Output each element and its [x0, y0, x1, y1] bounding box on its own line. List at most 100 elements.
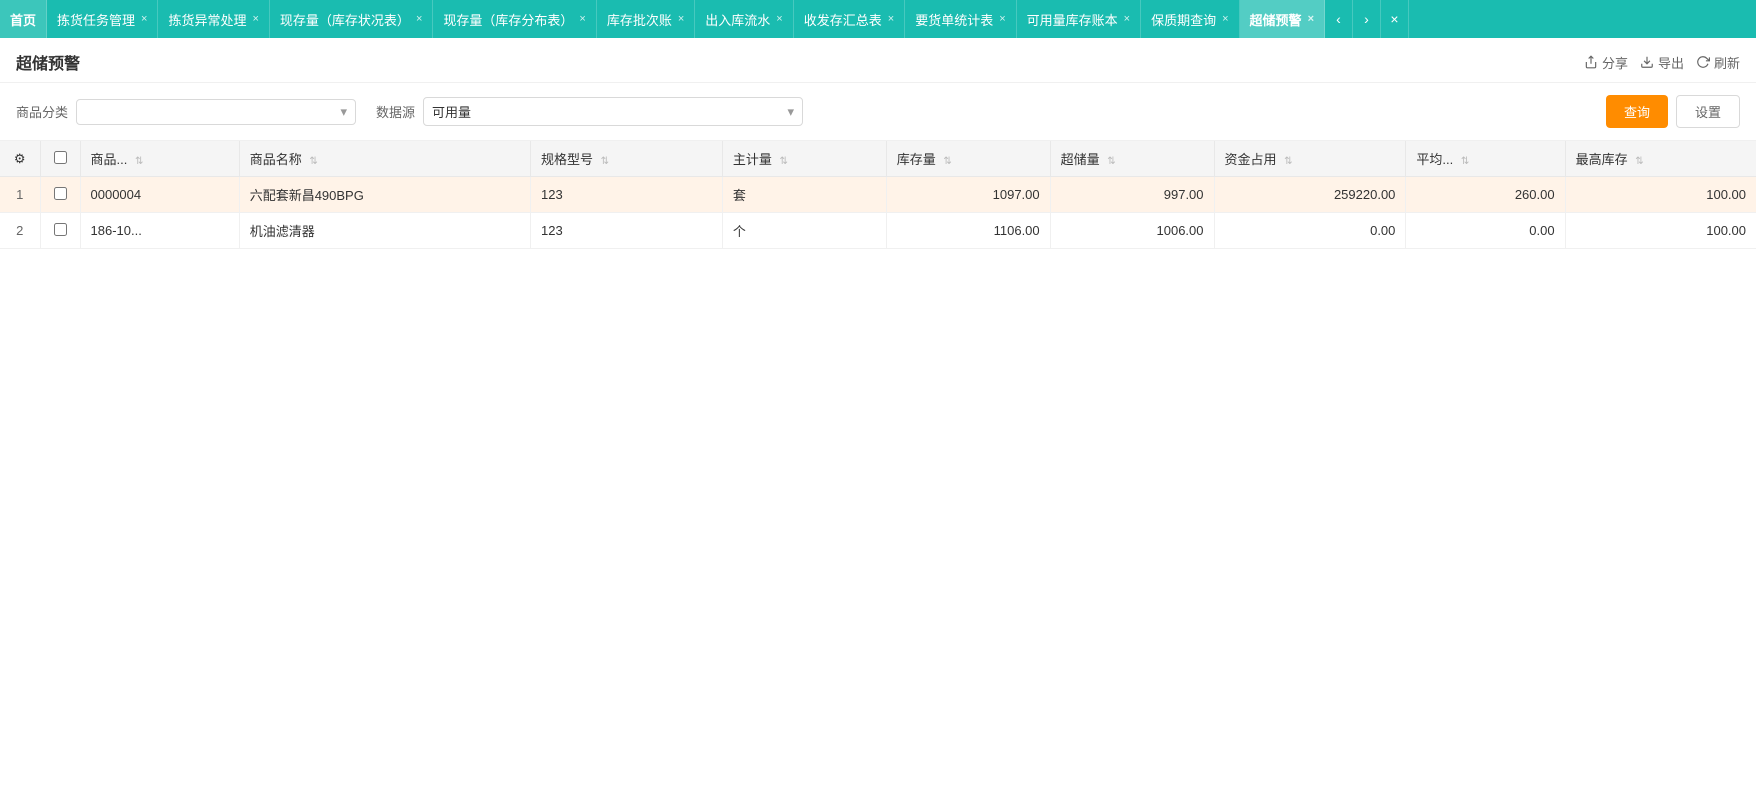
column-spec[interactable]: 规格型号 ⇅ [531, 141, 723, 177]
column-product-name[interactable]: 商品名称 ⇅ [239, 141, 530, 177]
table-row: 2 186-10... 机油滤清器 123 个 1106.00 1006.00 … [0, 213, 1756, 249]
row-checkbox-1[interactable] [54, 223, 67, 236]
nav-tab-availableAccount-close[interactable]: × [1124, 13, 1130, 25]
nav-tab-orderStats[interactable]: 要货单统计表 × [905, 0, 1016, 38]
row-overstock-0: 997.00 [1050, 177, 1214, 213]
export-label: 导出 [1658, 53, 1684, 72]
sort-icon-avg-cost: ⇅ [1461, 156, 1469, 167]
column-avg-cost[interactable]: 平均... ⇅ [1406, 141, 1565, 177]
row-capital-0: 259220.00 [1214, 177, 1406, 213]
row-avg-cost-1: 0.00 [1406, 213, 1565, 249]
nav-tab-inventory2[interactable]: 现存量（库存分布表） × [433, 0, 596, 38]
nav-tab-collectSummary[interactable]: 收发存汇总表 × [794, 0, 905, 38]
chevron-down-icon-2: ▾ [788, 104, 795, 120]
page-title: 超储预警 [16, 50, 80, 74]
nav-next-button[interactable]: › [1353, 0, 1381, 38]
nav-tab-collectSummary-close[interactable]: × [888, 13, 894, 25]
col-product-code-label: 商品... [91, 152, 128, 167]
category-filter: 商品分类 ▾ [16, 99, 356, 125]
sort-icon-max-stock: ⇅ [1635, 156, 1643, 167]
refresh-icon [1696, 55, 1710, 69]
row-spec-0: 123 [531, 177, 723, 213]
row-num-0: 1 [0, 177, 40, 213]
nav-tab-inventory1-label: 现存量（库存状况表） [280, 10, 410, 29]
col-max-stock-label: 最高库存 [1576, 152, 1628, 167]
nav-tab-overstock[interactable]: 超储预警 × [1240, 0, 1325, 38]
row-checkbox-cell-1[interactable] [40, 213, 80, 249]
nav-tab-lhAbnormal[interactable]: 拣货异常处理 × [158, 0, 269, 38]
column-max-stock[interactable]: 最高库存 ⇅ [1565, 141, 1756, 177]
share-button[interactable]: 分享 [1584, 53, 1628, 72]
refresh-label: 刷新 [1714, 53, 1740, 72]
nav-tab-orderStats-close[interactable]: × [999, 13, 1005, 25]
export-button[interactable]: 导出 [1640, 53, 1684, 72]
select-all-checkbox[interactable] [54, 151, 67, 164]
column-product-code[interactable]: 商品... ⇅ [80, 141, 239, 177]
table-header-row: ⚙ 商品... ⇅ 商品名称 ⇅ 规格型号 ⇅ [0, 141, 1756, 177]
datasource-filter: 数据源 可用量 ▾ [376, 97, 803, 126]
nav-tab-lhTask[interactable]: 拣货任务管理 × [47, 0, 158, 38]
category-select[interactable]: ▾ [76, 99, 356, 125]
row-max-stock-0: 100.00 [1565, 177, 1756, 213]
row-product-name-1: 机油滤清器 [239, 213, 530, 249]
column-capital[interactable]: 资金占用 ⇅ [1214, 141, 1406, 177]
column-checkbox[interactable] [40, 141, 80, 177]
nav-tab-home[interactable]: 首页 [0, 0, 47, 38]
nav-tab-inoutFlow[interactable]: 出入库流水 × [695, 0, 793, 38]
nav-tab-inventory1[interactable]: 现存量（库存状况表） × [270, 0, 433, 38]
header-actions: 分享 导出 刷新 [1584, 53, 1740, 72]
nav-tab-availableAccount[interactable]: 可用量库存账本 × [1017, 0, 1141, 38]
column-stock[interactable]: 库存量 ⇅ [886, 141, 1050, 177]
datasource-select[interactable]: 可用量 ▾ [423, 97, 803, 126]
share-icon [1584, 55, 1598, 69]
nav-more-button[interactable]: × [1381, 0, 1409, 38]
nav-tab-lhTask-close[interactable]: × [141, 13, 147, 25]
row-avg-cost-0: 260.00 [1406, 177, 1565, 213]
nav-tab-inventory2-close[interactable]: × [579, 13, 585, 25]
col-overstock-label: 超储量 [1061, 152, 1100, 167]
nav-tab-inventory2-label: 现存量（库存分布表） [443, 10, 573, 29]
row-checkbox-0[interactable] [54, 187, 67, 200]
row-num-1: 2 [0, 213, 40, 249]
sort-icon-stock: ⇅ [943, 156, 951, 167]
nav-tab-inoutFlow-close[interactable]: × [776, 13, 782, 25]
chevron-down-icon: ▾ [340, 104, 347, 120]
col-stock-label: 库存量 [897, 152, 936, 167]
row-stock-0: 1097.00 [886, 177, 1050, 213]
nav-tab-overstock-label: 超储预警 [1250, 10, 1302, 29]
column-unit[interactable]: 主计量 ⇅ [722, 141, 886, 177]
row-unit-1: 个 [722, 213, 886, 249]
row-product-code-1: 186-10... [80, 213, 239, 249]
row-spec-1: 123 [531, 213, 723, 249]
column-settings[interactable]: ⚙ [0, 141, 40, 177]
nav-tab-qualityCheck[interactable]: 保质期查询 × [1141, 0, 1239, 38]
nav-tab-lhAbnormal-label: 拣货异常处理 [168, 10, 246, 29]
nav-tab-collectSummary-label: 收发存汇总表 [804, 10, 882, 29]
settings-icon: ⚙ [14, 151, 26, 166]
filter-bar: 商品分类 ▾ 数据源 可用量 ▾ 查询 设置 [0, 83, 1756, 141]
row-product-code-0: 0000004 [80, 177, 239, 213]
nav-tab-qualityCheck-close[interactable]: × [1222, 13, 1228, 25]
column-overstock[interactable]: 超储量 ⇅ [1050, 141, 1214, 177]
row-stock-1: 1106.00 [886, 213, 1050, 249]
data-table: ⚙ 商品... ⇅ 商品名称 ⇅ 规格型号 ⇅ [0, 141, 1756, 249]
col-spec-label: 规格型号 [541, 152, 593, 167]
col-unit-label: 主计量 [733, 152, 772, 167]
refresh-button[interactable]: 刷新 [1696, 53, 1740, 72]
settings-button[interactable]: 设置 [1676, 95, 1740, 128]
nav-tab-inventory1-close[interactable]: × [416, 13, 422, 25]
query-button[interactable]: 查询 [1606, 95, 1668, 128]
nav-tab-overstock-close[interactable]: × [1308, 13, 1314, 25]
nav-tab-batchAccount[interactable]: 库存批次账 × [597, 0, 695, 38]
nav-prev-button[interactable]: ‹ [1325, 0, 1353, 38]
row-capital-1: 0.00 [1214, 213, 1406, 249]
nav-tab-batchAccount-label: 库存批次账 [607, 10, 672, 29]
nav-tab-lhAbnormal-close[interactable]: × [252, 13, 258, 25]
row-checkbox-cell-0[interactable] [40, 177, 80, 213]
nav-tab-batchAccount-close[interactable]: × [678, 13, 684, 25]
row-max-stock-1: 100.00 [1565, 213, 1756, 249]
top-nav: 首页 拣货任务管理 × 拣货异常处理 × 现存量（库存状况表） × 现存量（库存… [0, 0, 1756, 38]
datasource-label: 数据源 [376, 102, 415, 121]
col-product-name-label: 商品名称 [250, 152, 302, 167]
sort-icon-overstock: ⇅ [1107, 156, 1115, 167]
